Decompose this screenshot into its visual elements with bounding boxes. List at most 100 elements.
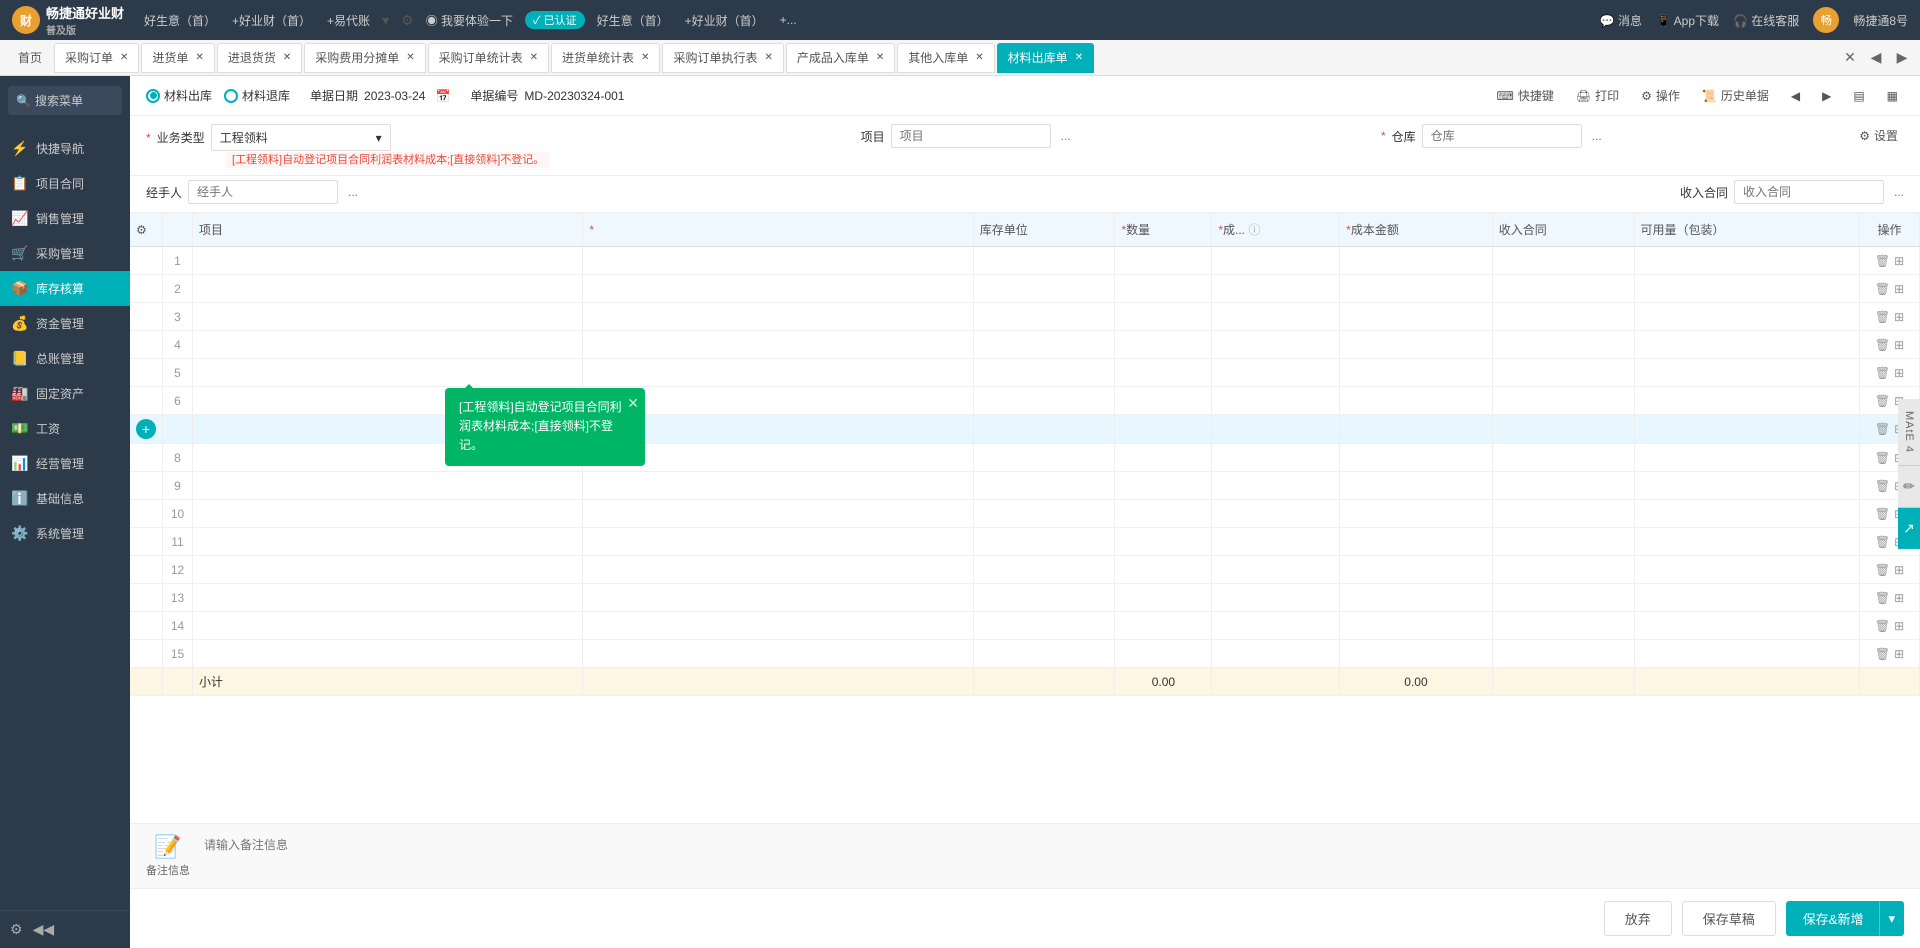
delete-row-11-btn[interactable]: 🗑	[1875, 535, 1890, 549]
history-btn[interactable]: 📜 历史单据	[1696, 84, 1775, 107]
delete-row-9-btn[interactable]: 🗑	[1875, 479, 1890, 493]
td-cost-amount-2[interactable]	[1340, 275, 1493, 303]
delete-row-10-btn[interactable]: 🗑	[1875, 507, 1890, 521]
sidebar-item-sales[interactable]: 📈 销售管理	[0, 201, 130, 236]
pen-panel-btn[interactable]: ✏	[1898, 466, 1920, 508]
td-available-1[interactable]	[1634, 247, 1859, 275]
tab-close-purchase-receipt[interactable]: ✕	[195, 52, 203, 63]
sidebar-search-btn[interactable]: 🔍 搜索菜单	[8, 86, 122, 115]
nav-item-3[interactable]: +易代账	[323, 10, 374, 31]
message-btn[interactable]: 💬 消息	[1600, 12, 1642, 29]
radio-material-out[interactable]: 材料出库	[146, 87, 212, 104]
sidebar-item-ledger[interactable]: 📒 总账管理	[0, 341, 130, 376]
tab-product-in[interactable]: 产成品入库单 ✕	[786, 43, 895, 73]
copy-row-2-btn[interactable]: ⊞	[1894, 282, 1904, 296]
sidebar-item-project[interactable]: 📋 项目合同	[0, 166, 130, 201]
td-cost-amount-1[interactable]	[1340, 247, 1493, 275]
td-quantity-2[interactable]	[1115, 275, 1212, 303]
td-material-1[interactable]	[583, 247, 973, 275]
td-material-2[interactable]	[583, 275, 973, 303]
tooltip-close-btn[interactable]: ✕	[627, 392, 639, 414]
tab-receipt-stat[interactable]: 进货单统计表 ✕	[551, 43, 660, 73]
layout2-btn[interactable]: ▦	[1881, 86, 1904, 106]
nav-prev-btn[interactable]: ◀	[1785, 86, 1806, 106]
sidebar-item-fixed-assets[interactable]: 🏭 固定资产	[0, 376, 130, 411]
radio-material-return[interactable]: 材料退库	[224, 87, 290, 104]
shortcut-btn[interactable]: ⌨ 快捷键	[1491, 84, 1560, 107]
delete-row-15-btn[interactable]: 🗑	[1875, 647, 1890, 661]
delete-row-7-btn[interactable]: 🗑	[1875, 422, 1890, 436]
nav-item-5[interactable]: +好业财（首）	[681, 10, 768, 31]
warehouse-dots-btn[interactable]: ...	[1592, 129, 1602, 143]
delete-row-6-btn[interactable]: 🗑	[1875, 394, 1890, 408]
delete-row-13-btn[interactable]: 🗑	[1875, 591, 1890, 605]
handler-input[interactable]	[188, 180, 338, 204]
active-row-material-input[interactable]	[589, 422, 966, 436]
tab-close-purchase-stat[interactable]: ✕	[530, 52, 538, 63]
project-input[interactable]	[891, 124, 1051, 148]
td-available-2[interactable]	[1634, 275, 1859, 303]
app-download-btn[interactable]: 📱 App下载	[1656, 12, 1719, 29]
user-avatar[interactable]: 畅	[1813, 7, 1839, 33]
discard-btn[interactable]: 放弃	[1604, 901, 1672, 936]
tab-purchase-order[interactable]: 采购订单 ✕	[54, 43, 139, 73]
mate4-panel-btn[interactable]: MAtE 4	[1898, 399, 1920, 466]
td-unit-1[interactable]	[973, 247, 1115, 275]
handler-dots-btn[interactable]: ...	[348, 185, 358, 199]
td-income-contract-1[interactable]	[1492, 247, 1634, 275]
note-input[interactable]	[200, 834, 1904, 856]
td-income-contract-2[interactable]	[1492, 275, 1634, 303]
nav-next-btn[interactable]: ▶	[1816, 86, 1837, 106]
delete-row-14-btn[interactable]: 🗑	[1875, 619, 1890, 633]
nav-experience[interactable]: ◉ 我要体验一下	[422, 10, 517, 31]
sidebar-item-quick-nav[interactable]: ⚡ 快捷导航	[0, 131, 130, 166]
tab-purchase-receipt[interactable]: 进货单 ✕	[141, 43, 214, 73]
copy-row-3-btn[interactable]: ⊞	[1894, 310, 1904, 324]
tab-purchase-return[interactable]: 进退货货 ✕	[217, 43, 302, 73]
sidebar-item-purchase[interactable]: 🛒 采购管理	[0, 236, 130, 271]
tab-close-purchase-order[interactable]: ✕	[120, 52, 128, 63]
tab-nav-left[interactable]: ◀	[1866, 48, 1886, 68]
copy-row-5-btn[interactable]: ⊞	[1894, 366, 1904, 380]
add-row-btn[interactable]: +	[136, 419, 156, 439]
online-service-btn[interactable]: 🎧 在线客服	[1733, 12, 1799, 29]
tab-purchase-exec[interactable]: 采购订单执行表 ✕	[662, 43, 783, 73]
income-contract-input[interactable]	[1734, 180, 1884, 204]
tab-purchase-expense[interactable]: 采购费用分摊单 ✕	[304, 43, 425, 73]
green-panel-btn[interactable]: ↗	[1898, 508, 1920, 549]
copy-row-1-btn[interactable]: ⊞	[1894, 254, 1904, 268]
td-cost-price-2[interactable]	[1212, 275, 1340, 303]
tab-close-purchase-expense[interactable]: ✕	[406, 52, 414, 63]
copy-row-13-btn[interactable]: ⊞	[1894, 591, 1904, 605]
calendar-icon[interactable]: 📅	[435, 89, 450, 103]
save-new-main-btn[interactable]: 保存&新增	[1786, 901, 1880, 936]
delete-row-2-btn[interactable]: 🗑	[1875, 282, 1890, 296]
sidebar-settings-btn[interactable]: ⚙	[10, 921, 23, 938]
td-project-1[interactable]	[193, 247, 583, 275]
settings-right-btn[interactable]: ⚙ 设置	[1853, 124, 1904, 147]
sidebar-item-inventory[interactable]: 📦 库存核算	[0, 271, 130, 306]
cost-price-info-icon[interactable]: ⓘ	[1248, 223, 1260, 237]
warehouse-input[interactable]	[1422, 124, 1582, 148]
tab-home[interactable]: 首页	[8, 43, 52, 73]
nav-item-4[interactable]: 好生意（首）	[593, 10, 673, 31]
nav-item-2[interactable]: +好业财（首）	[228, 10, 315, 31]
nav-dropdown-arrow[interactable]: ▾	[382, 12, 389, 29]
save-draft-btn[interactable]: 保存草稿	[1682, 901, 1776, 936]
tab-close-purchase-return[interactable]: ✕	[283, 52, 291, 63]
delete-row-4-btn[interactable]: 🗑	[1875, 338, 1890, 352]
sidebar-item-system[interactable]: ⚙️ 系统管理	[0, 516, 130, 551]
tab-material-out[interactable]: 材料出库单 ✕	[997, 43, 1094, 73]
sidebar-collapse-btn[interactable]: ◀◀	[33, 921, 55, 938]
th-settings[interactable]: ⚙	[130, 213, 163, 247]
nav-item-1[interactable]: 好生意（首）	[140, 10, 220, 31]
sidebar-item-management[interactable]: 📊 经营管理	[0, 446, 130, 481]
operation-btn[interactable]: ⚙ 操作	[1635, 84, 1686, 107]
sidebar-item-salary[interactable]: 💵 工资	[0, 411, 130, 446]
tab-close-material-out[interactable]: ✕	[1075, 52, 1083, 63]
tab-close-receipt-stat[interactable]: ✕	[641, 52, 649, 63]
copy-row-12-btn[interactable]: ⊞	[1894, 563, 1904, 577]
delete-row-12-btn[interactable]: 🗑	[1875, 563, 1890, 577]
project-dots-btn[interactable]: ...	[1061, 129, 1071, 143]
tab-close-purchase-exec[interactable]: ✕	[764, 52, 772, 63]
